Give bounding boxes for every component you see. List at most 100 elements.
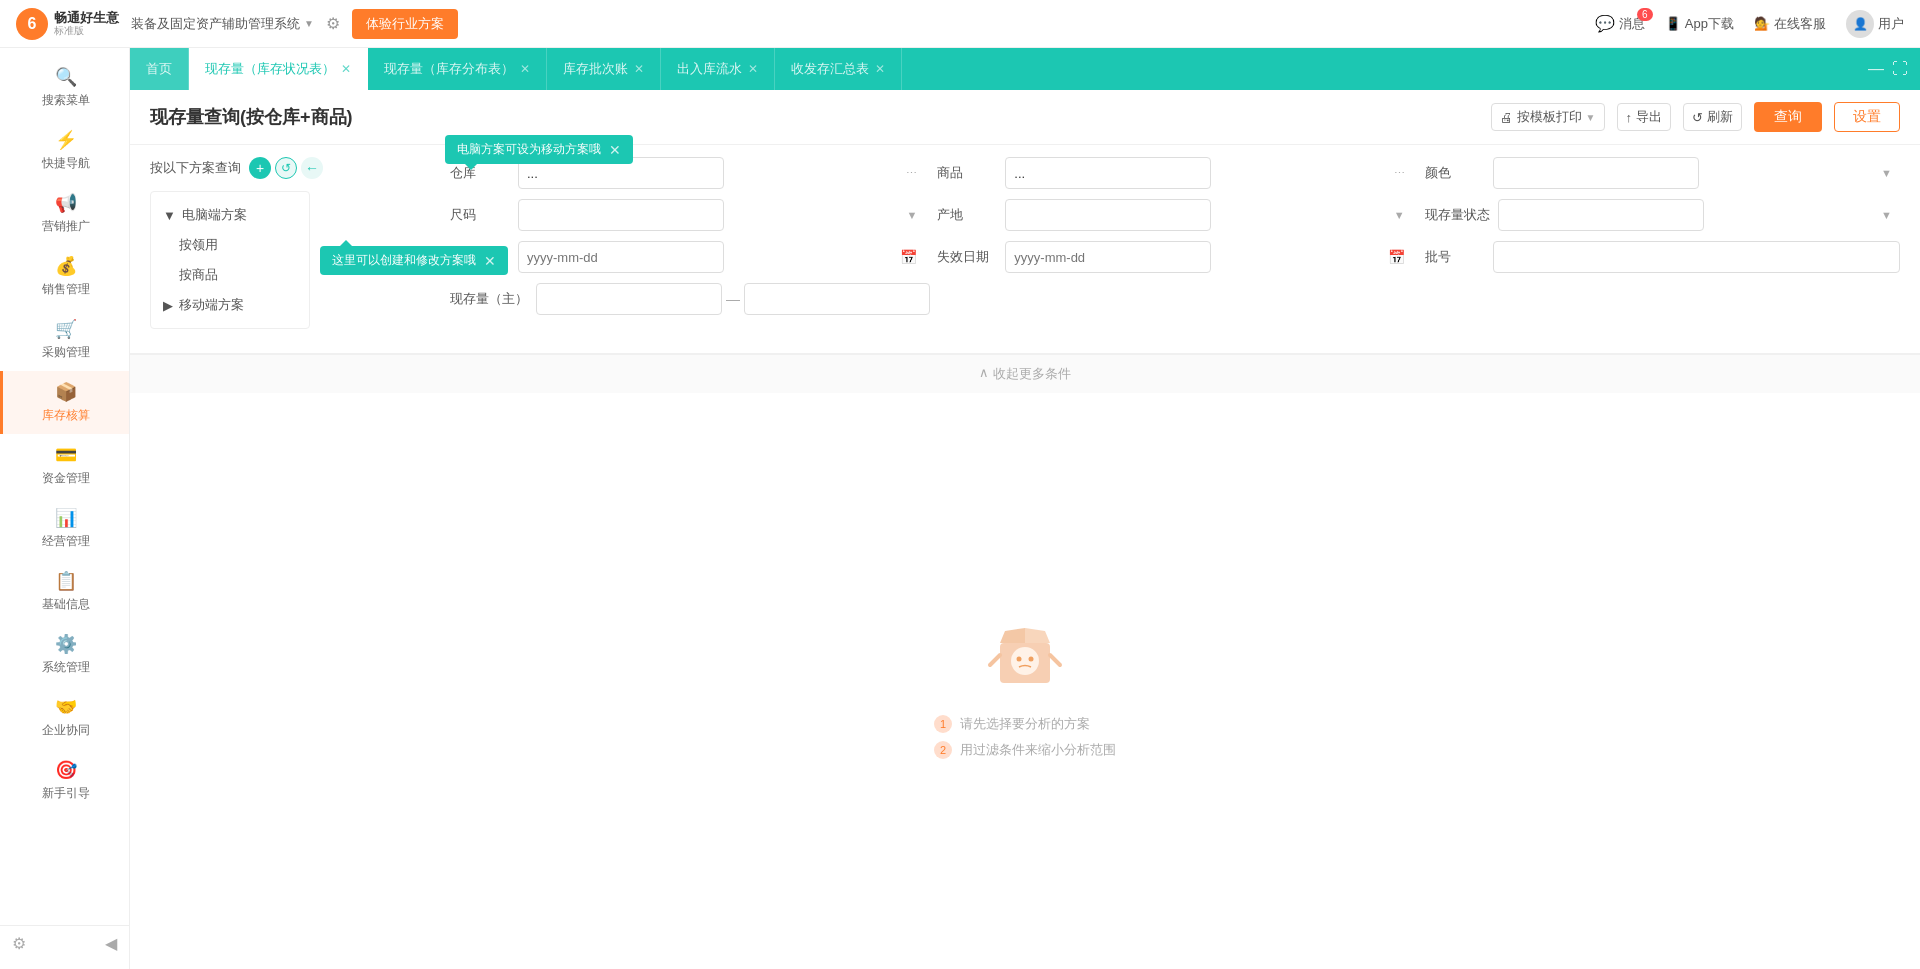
avatar: 👤 — [1846, 10, 1874, 38]
message-action[interactable]: 💬 消息 6 — [1595, 14, 1645, 33]
print-template-button[interactable]: 🖨 按模板打印 ▼ — [1491, 103, 1605, 131]
prod-date-start-calendar-icon[interactable]: 📅 — [900, 249, 917, 265]
prod-date-start-input[interactable] — [518, 241, 724, 273]
sidebar-item-management[interactable]: 📊 经营管理 — [0, 497, 129, 560]
tab-stock-status[interactable]: 现存量（库存状况表） ✕ — [189, 48, 368, 90]
color-field: 颜色 ▼ — [1425, 157, 1900, 189]
stock-status-input[interactable] — [1498, 199, 1704, 231]
collapse-bar[interactable]: ∧ 收起更多条件 — [130, 354, 1920, 393]
sidebar-label-finance: 资金管理 — [42, 470, 90, 487]
stock-main-start-input[interactable] — [536, 283, 722, 315]
back-scheme-button[interactable]: ← — [301, 157, 323, 179]
inventory-icon: 📦 — [55, 381, 77, 403]
sidebar-item-purchase[interactable]: 🛒 采购管理 — [0, 308, 129, 371]
message-icon: 💬 — [1595, 14, 1615, 33]
scheme-item-by-goods[interactable]: 按商品 — [151, 260, 309, 290]
scheme-collapse-icon: ▶ — [163, 298, 173, 313]
scheme-item-mobile[interactable]: ▶ 移动端方案 — [151, 290, 309, 320]
stock-status-field: 现存量状态 ▼ — [1425, 199, 1900, 231]
sales-icon: 💰 — [55, 255, 77, 277]
export-button[interactable]: ↑ 导出 — [1617, 103, 1672, 131]
header: 6 畅通好生意 标准版 装备及固定资产辅助管理系统 ▼ ⚙ 体验行业方案 💬 消… — [0, 0, 1920, 48]
tooltip-pc-close[interactable]: ✕ — [609, 142, 621, 158]
batch-label: 批号 — [1425, 248, 1485, 266]
origin-input[interactable] — [1005, 199, 1211, 231]
main-layout: 🔍 搜索菜单 ⚡ 快捷导航 📢 营销推广 💰 销售管理 🛒 采购管理 📦 库存核… — [0, 48, 1920, 969]
trial-button[interactable]: 体验行业方案 — [352, 9, 458, 39]
step-1-text: 请先选择要分析的方案 — [960, 715, 1090, 733]
size-select-wrap: ▼ — [518, 199, 925, 231]
warehouse-label: 仓库 — [450, 164, 510, 182]
user-action[interactable]: 👤 用户 — [1846, 10, 1904, 38]
batch-input[interactable] — [1493, 241, 1900, 273]
sidebar-item-tutorial[interactable]: 🎯 新手引导 — [0, 749, 129, 812]
svg-point-3 — [1029, 657, 1034, 662]
sidebar-item-finance[interactable]: 💳 资金管理 — [0, 434, 129, 497]
tab-stock-status-close[interactable]: ✕ — [341, 63, 351, 75]
stock-main-end-input[interactable] — [744, 283, 930, 315]
sidebar-label-search: 搜索菜单 — [42, 92, 90, 109]
empty-text-list: 1 请先选择要分析的方案 2 用过滤条件来缩小分析范围 — [934, 715, 1116, 759]
filter-row-3: 生产日期 📅 失效日期 — [450, 241, 1900, 273]
stock-status-label: 现存量状态 — [1425, 206, 1490, 224]
collapse-up-icon: ∧ — [979, 365, 989, 383]
tab-summary[interactable]: 收发存汇总表 ✕ — [775, 48, 902, 90]
logo-sub: 标准版 — [54, 25, 119, 37]
settings-icon[interactable]: ⚙ — [326, 14, 340, 33]
scheme-item-by-use[interactable]: 按领用 — [151, 230, 309, 260]
tooltip-edit-close[interactable]: ✕ — [484, 253, 496, 269]
warehouse-select-arrow: ⋯ — [906, 167, 917, 180]
filter-row-2: 尺码 ▼ 产地 ▼ — [450, 199, 1900, 231]
tooltip-edit-text: 这里可以创建和修改方案哦 — [332, 252, 476, 269]
sidebar-item-basic-info[interactable]: 📋 基础信息 — [0, 560, 129, 623]
sidebar-settings-icon[interactable]: ⚙ — [12, 934, 26, 953]
sidebar-item-cooperation[interactable]: 🤝 企业协同 — [0, 686, 129, 749]
prod-date-start-wrap: 📅 — [518, 241, 925, 273]
sidebar-label-marketing: 营销推广 — [42, 218, 90, 235]
system-selector[interactable]: 装备及固定资产辅助管理系统 ▼ — [131, 15, 314, 33]
tab-batch-close[interactable]: ✕ — [634, 63, 644, 75]
tab-inout-close[interactable]: ✕ — [748, 63, 758, 75]
app-download-action[interactable]: 📱 App下载 — [1665, 15, 1734, 33]
goods-input[interactable] — [1005, 157, 1211, 189]
scheme-item-pc[interactable]: ▼ 电脑端方案 — [151, 200, 309, 230]
tab-stock-dist-close[interactable]: ✕ — [520, 63, 530, 75]
filter-title: 按以下方案查询 — [150, 159, 241, 177]
stock-status-arrow: ▼ — [1881, 209, 1892, 221]
refresh-scheme-button[interactable]: ↺ — [275, 157, 297, 179]
sidebar-item-system[interactable]: ⚙️ 系统管理 — [0, 623, 129, 686]
export-icon: ↑ — [1626, 110, 1633, 125]
tab-home[interactable]: 首页 — [130, 48, 189, 90]
sidebar-collapse-icon[interactable]: ◀ — [105, 934, 117, 953]
svg-line-5 — [1050, 655, 1060, 665]
logo-area: 6 畅通好生意 标准版 — [16, 8, 119, 40]
size-input[interactable] — [518, 199, 724, 231]
tab-stock-dist[interactable]: 现存量（库存分布表） ✕ — [368, 48, 547, 90]
logo-text: 畅通好生意 标准版 — [54, 10, 119, 38]
sidebar-item-inventory[interactable]: 📦 库存核算 — [0, 371, 129, 434]
color-input[interactable] — [1493, 157, 1699, 189]
tab-summary-close[interactable]: ✕ — [875, 63, 885, 75]
sidebar-label-cooperation: 企业协同 — [42, 722, 90, 739]
scheme-mobile-label: 移动端方案 — [179, 296, 244, 314]
refresh-button[interactable]: ↺ 刷新 — [1683, 103, 1742, 131]
tab-inout[interactable]: 出入库流水 ✕ — [661, 48, 775, 90]
add-scheme-button[interactable]: + — [249, 157, 271, 179]
tab-maximize-icon[interactable]: ⛶ — [1892, 60, 1908, 78]
sidebar-item-sales[interactable]: 💰 销售管理 — [0, 245, 129, 308]
sidebar-item-marketing[interactable]: 📢 营销推广 — [0, 182, 129, 245]
sidebar-item-search[interactable]: 🔍 搜索菜单 — [0, 56, 129, 119]
expire-date-start-input[interactable] — [1005, 241, 1211, 273]
sidebar-item-quick-nav[interactable]: ⚡ 快捷导航 — [0, 119, 129, 182]
filter-fields-overlay: 仓库 ⋯ 商品 ⋯ — [450, 157, 1900, 315]
tab-minimize-icon[interactable]: — — [1868, 60, 1884, 78]
logo-main: 畅通好生意 — [54, 10, 119, 26]
online-service-action[interactable]: 💁 在线客服 — [1754, 15, 1826, 33]
reset-button[interactable]: 设置 — [1834, 102, 1900, 132]
system-icon: ⚙️ — [55, 633, 77, 655]
query-button[interactable]: 查询 — [1754, 102, 1822, 132]
goods-label: 商品 — [937, 164, 997, 182]
tab-batch[interactable]: 库存批次账 ✕ — [547, 48, 661, 90]
origin-select-arrow: ▼ — [1394, 209, 1405, 221]
expire-date-start-calendar-icon[interactable]: 📅 — [1388, 249, 1405, 265]
